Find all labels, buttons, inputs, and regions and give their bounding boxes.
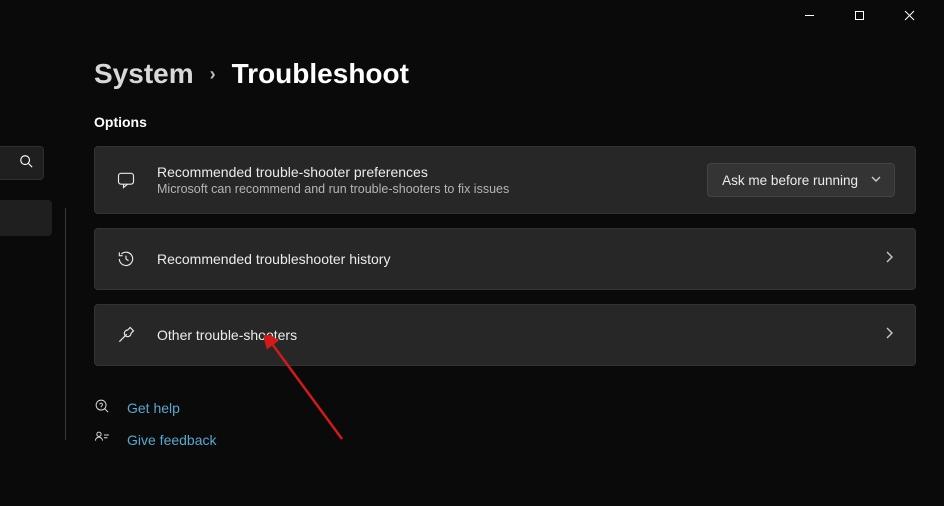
history-icon: [115, 249, 137, 269]
history-card[interactable]: Recommended troubleshooter history: [94, 228, 916, 290]
chat-icon: [115, 170, 137, 190]
get-help-label: Get help: [127, 400, 180, 416]
minimize-button[interactable]: [794, 0, 824, 30]
dropdown-value: Ask me before running: [722, 173, 858, 188]
chevron-down-icon: [870, 173, 882, 188]
section-title: Options: [94, 114, 916, 130]
breadcrumb-parent[interactable]: System: [94, 58, 194, 90]
other-troubleshooters-card[interactable]: Other trouble-shooters: [94, 304, 916, 366]
history-title: Recommended troubleshooter history: [157, 251, 863, 267]
search-input[interactable]: [0, 146, 44, 180]
sidebar-divider: [65, 208, 66, 440]
breadcrumb: System › Troubleshoot: [94, 58, 916, 90]
page-title: Troubleshoot: [232, 58, 409, 90]
recommended-desc: Microsoft can recommend and run trouble-…: [157, 182, 687, 196]
search-icon: [19, 154, 33, 173]
chevron-right-icon: ›: [210, 64, 216, 85]
window-controls: [794, 0, 944, 30]
recommended-title: Recommended trouble-shooter preferences: [157, 164, 687, 180]
get-help-link[interactable]: Get help: [94, 398, 916, 418]
give-feedback-link[interactable]: Give feedback: [94, 430, 916, 450]
wrench-icon: [115, 325, 137, 345]
close-button[interactable]: [894, 0, 924, 30]
sidebar-selected-item[interactable]: [0, 200, 52, 236]
give-feedback-label: Give feedback: [127, 432, 217, 448]
maximize-button[interactable]: [844, 0, 874, 30]
preference-dropdown[interactable]: Ask me before running: [707, 163, 895, 197]
other-title: Other trouble-shooters: [157, 327, 863, 343]
recommended-preferences-card[interactable]: Recommended trouble-shooter preferences …: [94, 146, 916, 214]
help-icon: [94, 398, 111, 418]
feedback-icon: [94, 430, 111, 450]
chevron-right-icon: [883, 326, 895, 345]
chevron-right-icon: [883, 250, 895, 269]
